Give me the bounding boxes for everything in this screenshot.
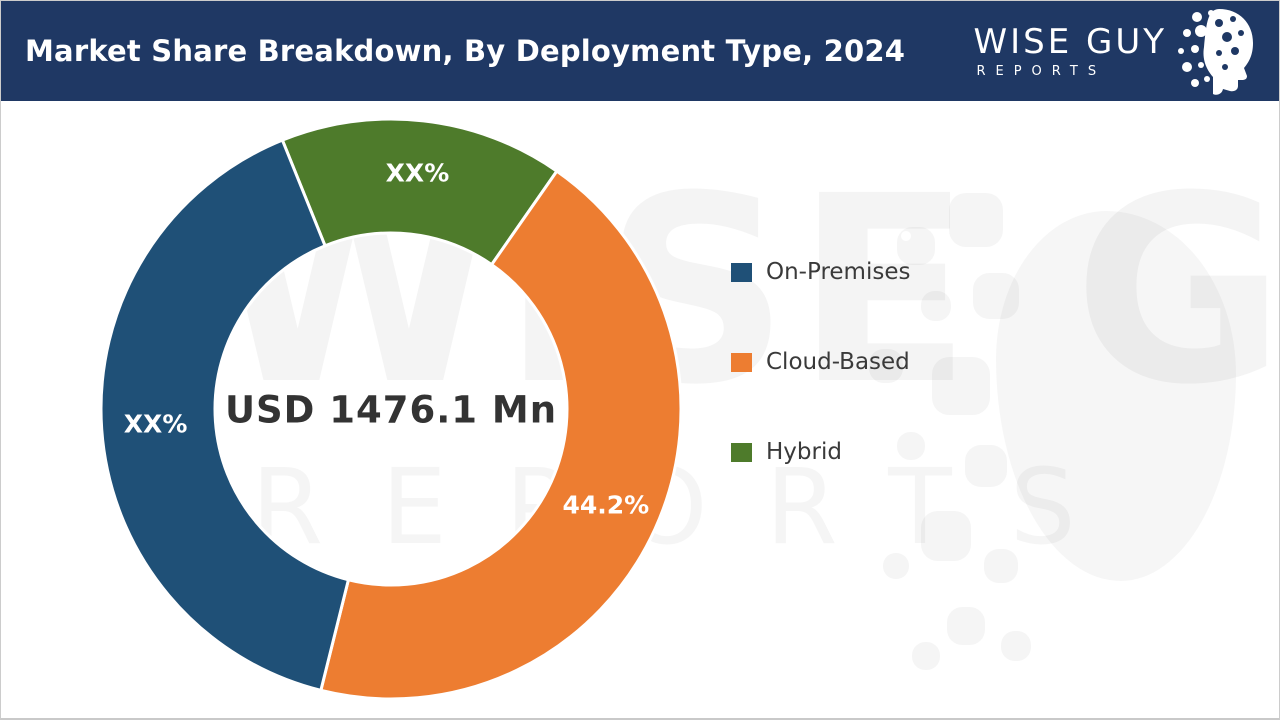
legend-item-cloud-based: Cloud-Based xyxy=(731,349,910,375)
legend-swatch-hybrid xyxy=(731,442,752,462)
header: Market Share Breakdown, By Deployment Ty… xyxy=(1,1,1279,101)
logo-wordmark: WISE GUY xyxy=(973,21,1167,62)
logo-subtitle: REPORTS xyxy=(976,63,1107,79)
legend-label: Cloud-Based xyxy=(766,349,910,375)
report-page: Market Share Breakdown, By Deployment Ty… xyxy=(0,0,1280,720)
legend-swatch-on-premises xyxy=(731,262,752,282)
legend-item-on-premises: On-Premises xyxy=(731,259,910,285)
legend: On-Premises Cloud-Based Hybrid xyxy=(731,259,910,529)
legend-label: Hybrid xyxy=(766,439,842,465)
logo-head-icon xyxy=(1178,9,1253,95)
segment-label-cloud-based: 44.2% xyxy=(562,491,649,520)
donut-segment-cloud-based xyxy=(319,169,683,701)
page-title: Market Share Breakdown, By Deployment Ty… xyxy=(25,34,906,68)
segment-label-hybrid: XX% xyxy=(386,158,450,187)
watermark-head-shape xyxy=(996,211,1236,581)
chart-center-value: USD 1476.1 Mn xyxy=(224,388,558,432)
wise-guy-logo: WISE GUY REPORTS xyxy=(973,5,1259,97)
legend-swatch-cloud-based xyxy=(731,352,752,372)
logo-text: WISE GUY REPORTS xyxy=(973,25,1167,78)
legend-item-hybrid: Hybrid xyxy=(731,439,910,465)
watermark-dots xyxy=(901,231,911,241)
segment-label-on-premises: XX% xyxy=(124,409,188,438)
legend-label: On-Premises xyxy=(766,259,911,285)
